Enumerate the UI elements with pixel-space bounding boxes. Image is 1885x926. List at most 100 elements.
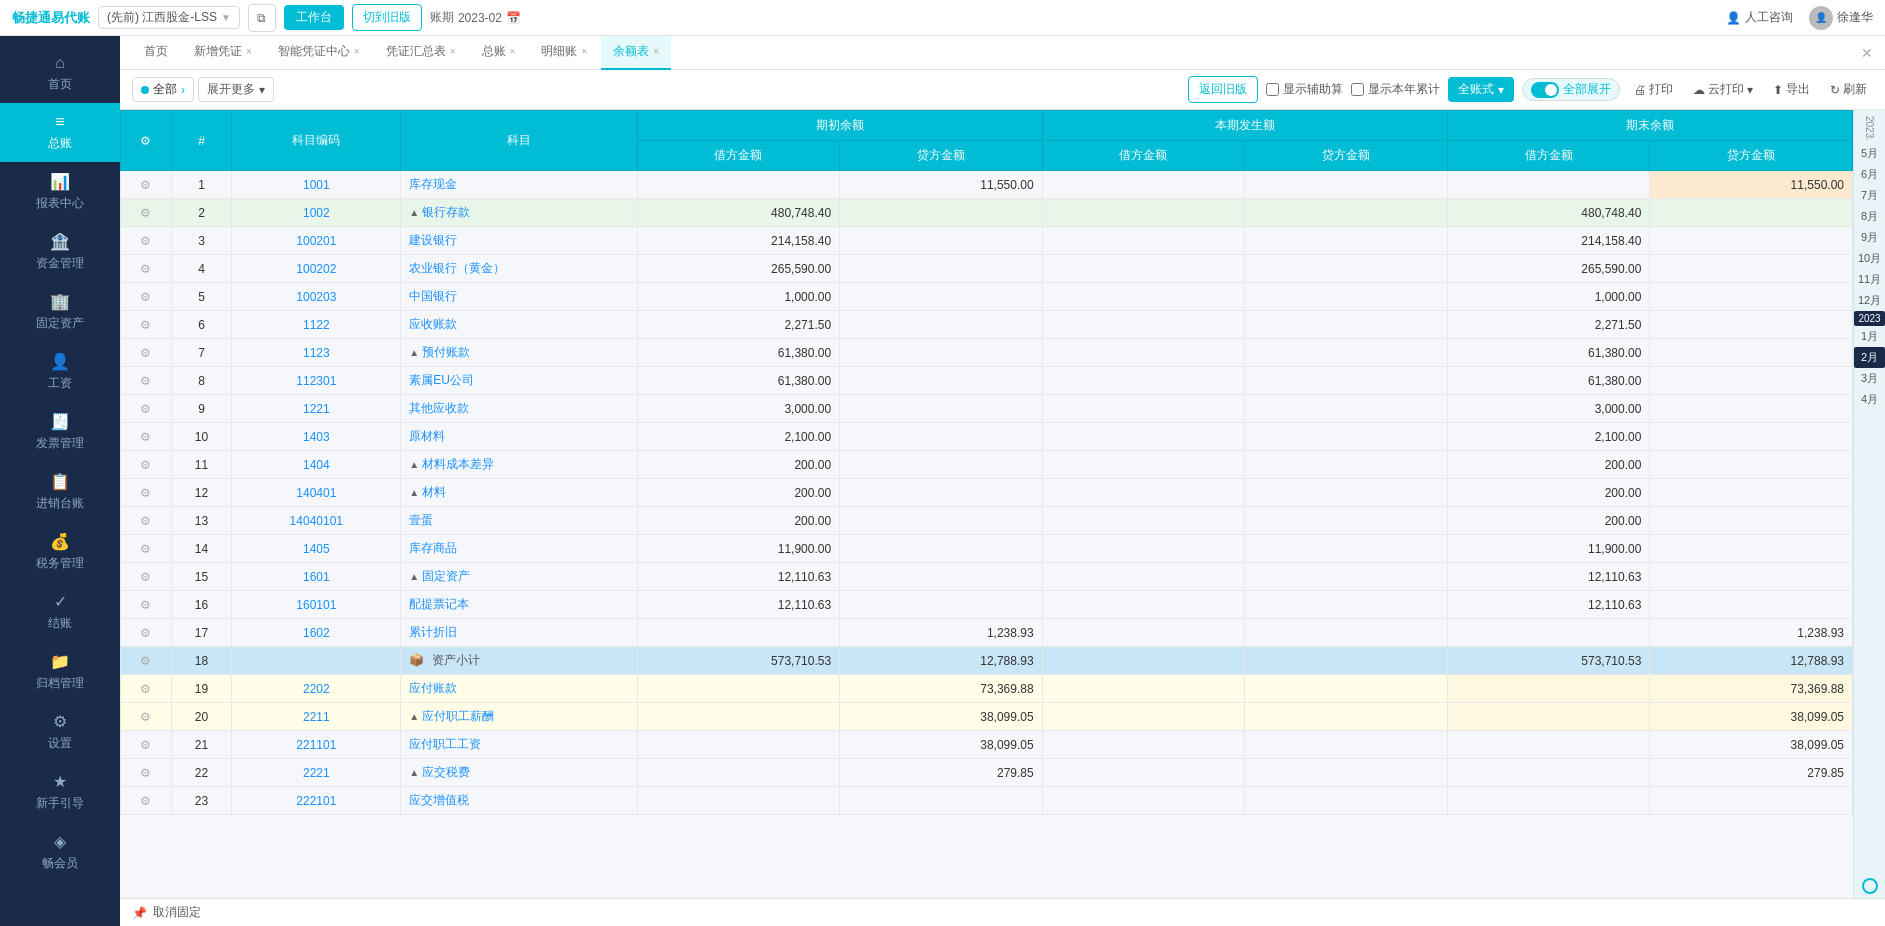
row-gear[interactable]: ⚙ (121, 759, 172, 787)
close-icon[interactable]: × (354, 46, 360, 57)
row-gear[interactable]: ⚙ (121, 479, 172, 507)
code-link[interactable]: 100201 (296, 234, 336, 248)
row-gear[interactable]: ⚙ (121, 563, 172, 591)
sidebar-item-member[interactable]: ◈ 畅会员 (0, 822, 120, 882)
table-row[interactable]: ⚙202211▲ 应付职工薪酬38,099.0538,099.05 (121, 703, 1853, 731)
tab-balance[interactable]: 余额表 × (601, 36, 671, 70)
code-link[interactable]: 2211 (303, 710, 330, 724)
row-gear[interactable]: ⚙ (121, 451, 172, 479)
copy-icon[interactable]: ⧉ (248, 4, 276, 32)
company-selector[interactable]: (先前) 江西股金-LSS ▼ (98, 6, 240, 29)
row-code[interactable]: 1123 (232, 339, 401, 367)
tab-ledger[interactable]: 总账 × (470, 36, 528, 70)
row-code[interactable]: 1601 (232, 563, 401, 591)
full-style-button[interactable]: 全账式 ▾ (1448, 77, 1514, 102)
row-name[interactable]: 农业银行（黄金） (401, 255, 637, 283)
row-code[interactable] (232, 647, 401, 675)
month-12[interactable]: 12月 (1854, 290, 1885, 311)
settings-panel-icon[interactable] (1862, 874, 1878, 898)
row-name[interactable]: 素属EU公司 (401, 367, 637, 395)
table-row[interactable]: ⚙151601▲ 固定资产12,110.6312,110.63 (121, 563, 1853, 591)
month-4[interactable]: 4月 (1854, 389, 1885, 410)
row-gear[interactable]: ⚙ (121, 423, 172, 451)
code-link[interactable]: 221101 (296, 738, 336, 752)
row-name[interactable]: 应付账款 (401, 675, 637, 703)
row-gear[interactable]: ⚙ (121, 619, 172, 647)
show-aux-checkbox[interactable]: 显示辅助算 (1266, 81, 1343, 98)
table-row[interactable]: ⚙11001库存现金11,550.0011,550.00 (121, 171, 1853, 199)
row-code[interactable]: 140401 (232, 479, 401, 507)
row-gear[interactable]: ⚙ (121, 171, 172, 199)
code-link[interactable]: 100202 (296, 262, 336, 276)
row-gear[interactable]: ⚙ (121, 507, 172, 535)
code-link[interactable]: 1221 (303, 402, 330, 416)
row-code[interactable]: 112301 (232, 367, 401, 395)
show-ytd-input[interactable] (1351, 83, 1364, 96)
row-name[interactable]: 应付职工工资 (401, 731, 637, 759)
row-name[interactable]: ▲ 预付账款 (401, 339, 637, 367)
sidebar-item-archive[interactable]: 📁 归档管理 (0, 642, 120, 702)
table-row[interactable]: ⚙8112301素属EU公司61,380.0061,380.00 (121, 367, 1853, 395)
table-row[interactable]: ⚙3100201建设银行214,158.40214,158.40 (121, 227, 1853, 255)
sidebar-item-home[interactable]: ⌂ 首页 (0, 44, 120, 103)
code-link[interactable]: 1405 (303, 542, 330, 556)
sidebar-item-reports[interactable]: 📊 报表中心 (0, 162, 120, 222)
code-link[interactable]: 1403 (303, 430, 330, 444)
row-gear[interactable]: ⚙ (121, 311, 172, 339)
expand-all-toggle[interactable]: 全部展开 (1522, 78, 1620, 101)
row-code[interactable]: 1122 (232, 311, 401, 339)
month-10[interactable]: 10月 (1854, 248, 1885, 269)
sidebar-item-invoice[interactable]: 🧾 发票管理 (0, 402, 120, 462)
expand-icon[interactable]: ▲ (409, 207, 422, 218)
row-name[interactable]: 库存商品 (401, 535, 637, 563)
expand-icon[interactable]: ▲ (409, 711, 422, 722)
month-1[interactable]: 1月 (1854, 326, 1885, 347)
sidebar-item-ledger[interactable]: ≡ 总账 (0, 103, 120, 162)
row-code[interactable]: 221101 (232, 731, 401, 759)
table-row[interactable]: ⚙171602累计折旧1,238.931,238.93 (121, 619, 1853, 647)
show-aux-input[interactable] (1266, 83, 1279, 96)
row-name[interactable]: 应交增值税 (401, 787, 637, 815)
refresh-button[interactable]: ↻ 刷新 (1824, 78, 1873, 101)
service-area[interactable]: 👤 人工咨询 (1726, 9, 1793, 26)
expand-icon[interactable]: ▲ (409, 487, 422, 498)
gear-header[interactable]: ⚙ (121, 111, 172, 171)
row-code[interactable]: 2221 (232, 759, 401, 787)
row-gear[interactable]: ⚙ (121, 339, 172, 367)
table-row[interactable]: ⚙5100203中国银行1,000.001,000.00 (121, 283, 1853, 311)
table-row[interactable]: ⚙101403原材料2,100.002,100.00 (121, 423, 1853, 451)
row-name[interactable]: 库存现金 (401, 171, 637, 199)
expand-more-button[interactable]: 展开更多 ▾ (198, 77, 274, 102)
table-row[interactable]: ⚙21002▲ 银行存款480,748.40480,748.40 (121, 199, 1853, 227)
row-code[interactable]: 100203 (232, 283, 401, 311)
row-code[interactable]: 1405 (232, 535, 401, 563)
sidebar-item-fixed-assets[interactable]: 🏢 固定资产 (0, 282, 120, 342)
table-row[interactable]: ⚙91221其他应收款3,000.003,000.00 (121, 395, 1853, 423)
row-gear[interactable]: ⚙ (121, 647, 172, 675)
row-name[interactable]: 壹蛋 (401, 507, 637, 535)
tab-smart-verify[interactable]: 智能凭证中心 × (266, 36, 372, 70)
export-button[interactable]: ⬆ 导出 (1767, 78, 1816, 101)
close-icon[interactable]: × (581, 46, 587, 57)
row-code[interactable]: 222101 (232, 787, 401, 815)
row-name[interactable]: 中国银行 (401, 283, 637, 311)
tab-home[interactable]: 首页 (132, 36, 180, 70)
tab-new-voucher[interactable]: 新增凭证 × (182, 36, 264, 70)
month-11[interactable]: 11月 (1854, 269, 1885, 290)
code-link[interactable]: 1002 (303, 206, 330, 220)
code-link[interactable]: 2202 (303, 682, 330, 696)
code-link[interactable]: 14040101 (290, 514, 343, 528)
close-icon[interactable]: × (510, 46, 516, 57)
code-link[interactable]: 160101 (296, 598, 336, 612)
code-link[interactable]: 222101 (296, 794, 336, 808)
row-code[interactable]: 1221 (232, 395, 401, 423)
row-name[interactable]: ▲ 银行存款 (401, 199, 637, 227)
row-code[interactable]: 2211 (232, 703, 401, 731)
close-icon[interactable]: × (653, 46, 659, 57)
table-row[interactable]: ⚙21221101应付职工工资38,099.0538,099.05 (121, 731, 1853, 759)
switch-version-button[interactable]: 切到旧版 (352, 4, 422, 31)
expand-icon[interactable]: ▲ (409, 571, 422, 582)
row-gear[interactable]: ⚙ (121, 367, 172, 395)
sidebar-item-settings[interactable]: ⚙ 设置 (0, 702, 120, 762)
table-row[interactable]: ⚙111404▲ 材料成本差异200.00200.00 (121, 451, 1853, 479)
